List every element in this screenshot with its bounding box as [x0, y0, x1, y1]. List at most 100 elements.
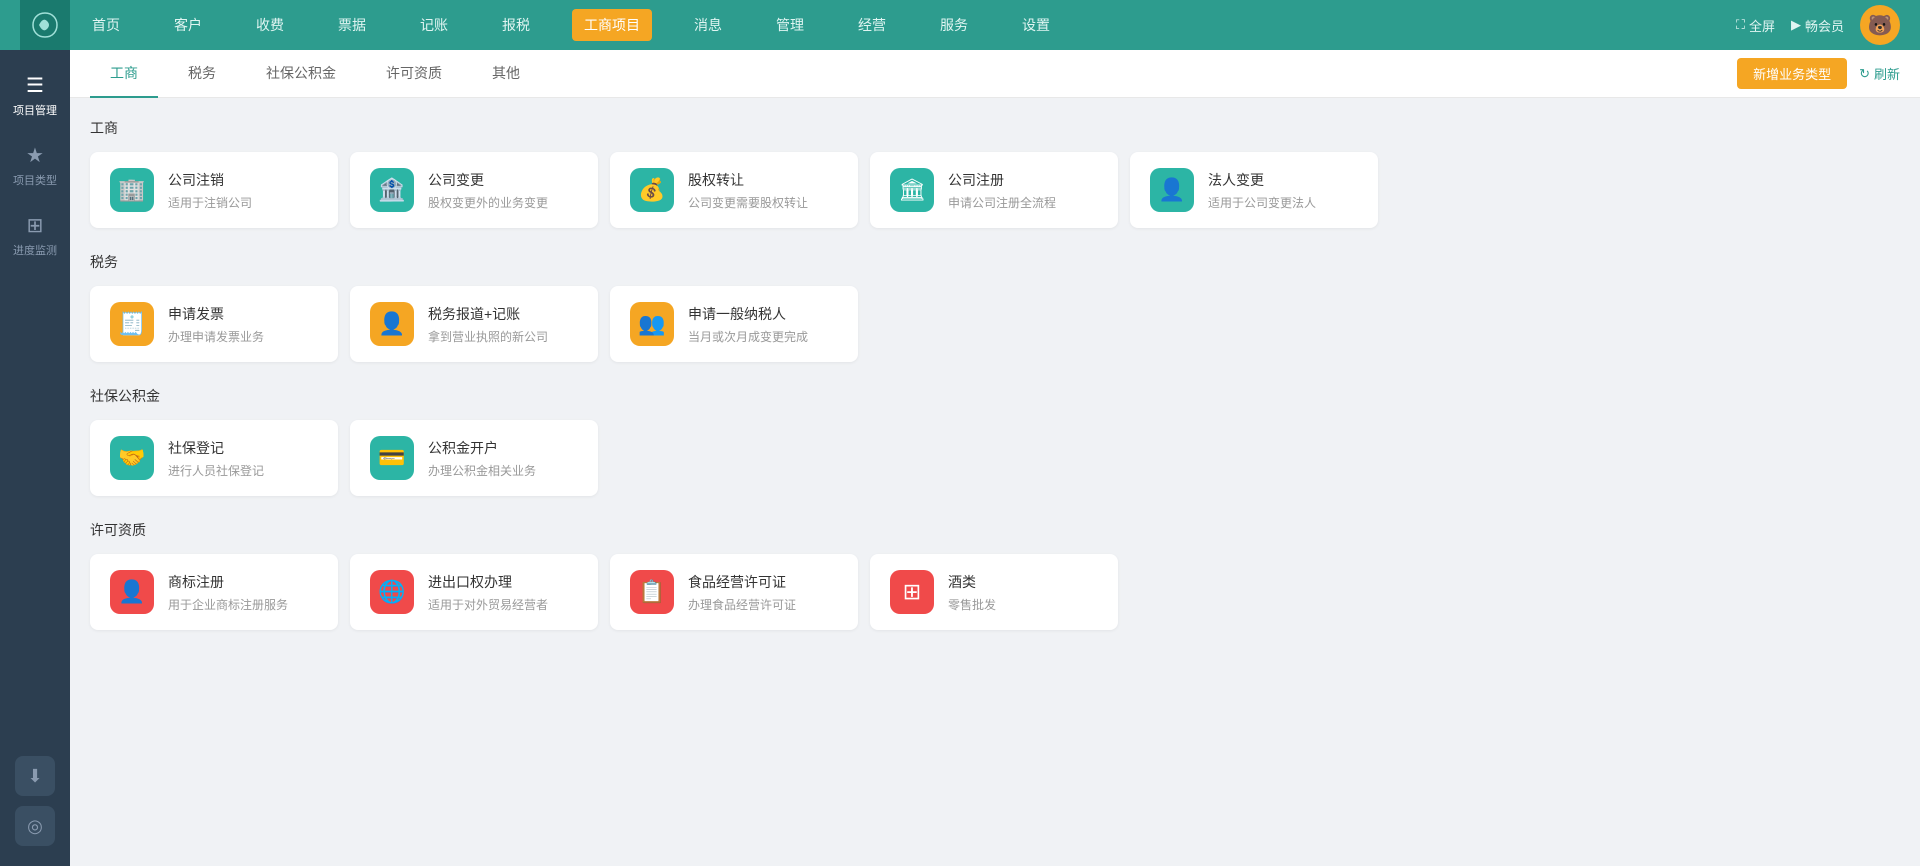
card-company-cancel[interactable]: 🏢 公司注销 适用于注销公司 [90, 152, 338, 228]
company-register-icon: 🏛 [890, 168, 934, 212]
card-title: 法人变更 [1208, 170, 1316, 190]
sidebar-bottom: ⬇ ◎ [15, 756, 55, 846]
card-apply-invoice[interactable]: 🧾 申请发票 办理申请发票业务 [90, 286, 338, 362]
nav-service[interactable]: 服务 [928, 9, 980, 41]
card-import-export[interactable]: 🌐 进出口权办理 适用于对外贸易经营者 [350, 554, 598, 630]
card-info: 商标注册 用于企业商标注册服务 [168, 572, 288, 613]
nav-customer[interactable]: 客户 [162, 9, 214, 41]
nav-tax[interactable]: 报税 [490, 9, 542, 41]
card-title: 申请一般纳税人 [688, 304, 808, 324]
card-title: 申请发票 [168, 304, 264, 324]
nav-home[interactable]: 首页 [80, 9, 132, 41]
card-desc: 用于企业商标注册服务 [168, 596, 288, 613]
new-type-button[interactable]: 新增业务类型 [1737, 58, 1847, 89]
card-desc: 申请公司注册全流程 [948, 194, 1056, 211]
fullscreen-icon: ⛶ [1736, 17, 1745, 33]
card-title: 公司注册 [948, 170, 1056, 190]
sidebar: ☰ 项目管理 ★ 项目类型 ⊞ 进度监测 ⬇ ◎ [0, 50, 70, 866]
card-provident-fund[interactable]: 💳 公积金开户 办理公积金相关业务 [350, 420, 598, 496]
tab-xuke[interactable]: 许可资质 [366, 50, 462, 98]
equity-transfer-icon: 💰 [630, 168, 674, 212]
trademark-icon: 👤 [110, 570, 154, 614]
fullscreen-button[interactable]: ⛶ 全屏 [1736, 16, 1775, 35]
sidebar-item-project-type[interactable]: ★ 项目类型 [0, 130, 70, 200]
card-general-taxpayer[interactable]: 👥 申请一般纳税人 当月或次月成变更完成 [610, 286, 858, 362]
project-type-icon: ★ [26, 143, 44, 168]
card-title: 食品经营许可证 [688, 572, 796, 592]
section-xuke: 许可资质 👤 商标注册 用于企业商标注册服务 🌐 进出口权办理 适用于对外 [90, 520, 1900, 630]
card-legal-change[interactable]: 👤 法人变更 适用于公司变更法人 [1130, 152, 1378, 228]
nav-fee[interactable]: 收费 [244, 9, 296, 41]
sidebar-item-progress[interactable]: ⊞ 进度监测 [0, 200, 70, 270]
xuke-card-grid: 👤 商标注册 用于企业商标注册服务 🌐 进出口权办理 适用于对外贸易经营者 [90, 554, 1900, 630]
card-title: 税务报道+记账 [428, 304, 548, 324]
shebao-card-grid: 🤝 社保登记 进行人员社保登记 💳 公积金开户 办理公积金相关业务 [90, 420, 1900, 496]
card-tax-report[interactable]: 👤 税务报道+记账 拿到营业执照的新公司 [350, 286, 598, 362]
vip-button[interactable]: ▶ 畅会员 [1791, 16, 1844, 35]
card-alcohol[interactable]: ⊞ 酒类 零售批发 [870, 554, 1118, 630]
section-gongshang: 工商 🏢 公司注销 适用于注销公司 🏦 公司变更 股权变更外的业务变更 [90, 118, 1900, 228]
card-food-license[interactable]: 📋 食品经营许可证 办理食品经营许可证 [610, 554, 858, 630]
card-desc: 进行人员社保登记 [168, 462, 264, 479]
card-desc: 办理食品经营许可证 [688, 596, 796, 613]
tab-shebao[interactable]: 社保公积金 [246, 50, 356, 98]
tab-other[interactable]: 其他 [472, 50, 540, 98]
nav-manage[interactable]: 管理 [764, 9, 816, 41]
sidebar-download-button[interactable]: ⬇ [15, 756, 55, 796]
card-info: 社保登记 进行人员社保登记 [168, 438, 264, 479]
card-social-insurance[interactable]: 🤝 社保登记 进行人员社保登记 [90, 420, 338, 496]
card-info: 酒类 零售批发 [948, 572, 996, 613]
nav-accounting[interactable]: 记账 [408, 9, 460, 41]
section-shuiwu: 税务 🧾 申请发票 办理申请发票业务 👤 税务报道+记账 拿到营业执照的新 [90, 252, 1900, 362]
card-desc: 公司变更需要股权转让 [688, 194, 808, 211]
tab-actions: 新增业务类型 ↻ 刷新 [1737, 58, 1900, 89]
card-info: 食品经营许可证 办理食品经营许可证 [688, 572, 796, 613]
nav-business[interactable]: 工商项目 [572, 9, 652, 41]
main-layout: ☰ 项目管理 ★ 项目类型 ⊞ 进度监测 ⬇ ◎ 工商 税务 社保公积金 许可资… [0, 50, 1920, 866]
card-desc: 办理申请发票业务 [168, 328, 264, 345]
import-export-icon: 🌐 [370, 570, 414, 614]
card-desc: 办理公积金相关业务 [428, 462, 536, 479]
project-manage-icon: ☰ [26, 73, 44, 98]
card-title: 公司变更 [428, 170, 548, 190]
section-shebao: 社保公积金 🤝 社保登记 进行人员社保登记 💳 公积金开户 办理公积金相关 [90, 386, 1900, 496]
user-avatar[interactable]: 🐻 [1860, 5, 1900, 45]
card-title: 股权转让 [688, 170, 808, 190]
card-company-register[interactable]: 🏛 公司注册 申请公司注册全流程 [870, 152, 1118, 228]
nav-invoice[interactable]: 票据 [326, 9, 378, 41]
card-title: 酒类 [948, 572, 996, 592]
sidebar-location-button[interactable]: ◎ [15, 806, 55, 846]
refresh-button[interactable]: ↻ 刷新 [1859, 64, 1900, 83]
card-info: 公积金开户 办理公积金相关业务 [428, 438, 536, 479]
nav-operation[interactable]: 经营 [846, 9, 898, 41]
company-change-icon: 🏦 [370, 168, 414, 212]
tab-gongshang[interactable]: 工商 [90, 50, 158, 98]
card-info: 公司注册 申请公司注册全流程 [948, 170, 1056, 211]
tab-bar: 工商 税务 社保公积金 许可资质 其他 新增业务类型 ↻ 刷新 [70, 50, 1920, 98]
alcohol-icon: ⊞ [890, 570, 934, 614]
card-info: 进出口权办理 适用于对外贸易经营者 [428, 572, 548, 613]
section-gongshang-title: 工商 [90, 118, 1900, 138]
nav-message[interactable]: 消息 [682, 9, 734, 41]
scroll-content[interactable]: 工商 🏢 公司注销 适用于注销公司 🏦 公司变更 股权变更外的业务变更 [70, 98, 1920, 866]
section-shebao-title: 社保公积金 [90, 386, 1900, 406]
card-title: 社保登记 [168, 438, 264, 458]
section-shuiwu-title: 税务 [90, 252, 1900, 272]
card-info: 公司注销 适用于注销公司 [168, 170, 252, 211]
nav-right: ⛶ 全屏 ▶ 畅会员 🐻 [1736, 5, 1920, 45]
sidebar-item-project-manage[interactable]: ☰ 项目管理 [0, 60, 70, 130]
card-desc: 适用于公司变更法人 [1208, 194, 1316, 211]
card-info: 申请一般纳税人 当月或次月成变更完成 [688, 304, 808, 345]
card-title: 商标注册 [168, 572, 288, 592]
card-title: 公积金开户 [428, 438, 536, 458]
card-company-change[interactable]: 🏦 公司变更 股权变更外的业务变更 [350, 152, 598, 228]
vip-icon: ▶ [1791, 17, 1801, 33]
download-icon: ⬇ [27, 766, 42, 787]
card-info: 法人变更 适用于公司变更法人 [1208, 170, 1316, 211]
tab-shuiwu[interactable]: 税务 [168, 50, 236, 98]
card-trademark[interactable]: 👤 商标注册 用于企业商标注册服务 [90, 554, 338, 630]
card-equity-transfer[interactable]: 💰 股权转让 公司变更需要股权转让 [610, 152, 858, 228]
company-cancel-icon: 🏢 [110, 168, 154, 212]
nav-settings[interactable]: 设置 [1010, 9, 1062, 41]
content-area: 工商 税务 社保公积金 许可资质 其他 新增业务类型 ↻ 刷新 工商 🏢 [70, 50, 1920, 866]
